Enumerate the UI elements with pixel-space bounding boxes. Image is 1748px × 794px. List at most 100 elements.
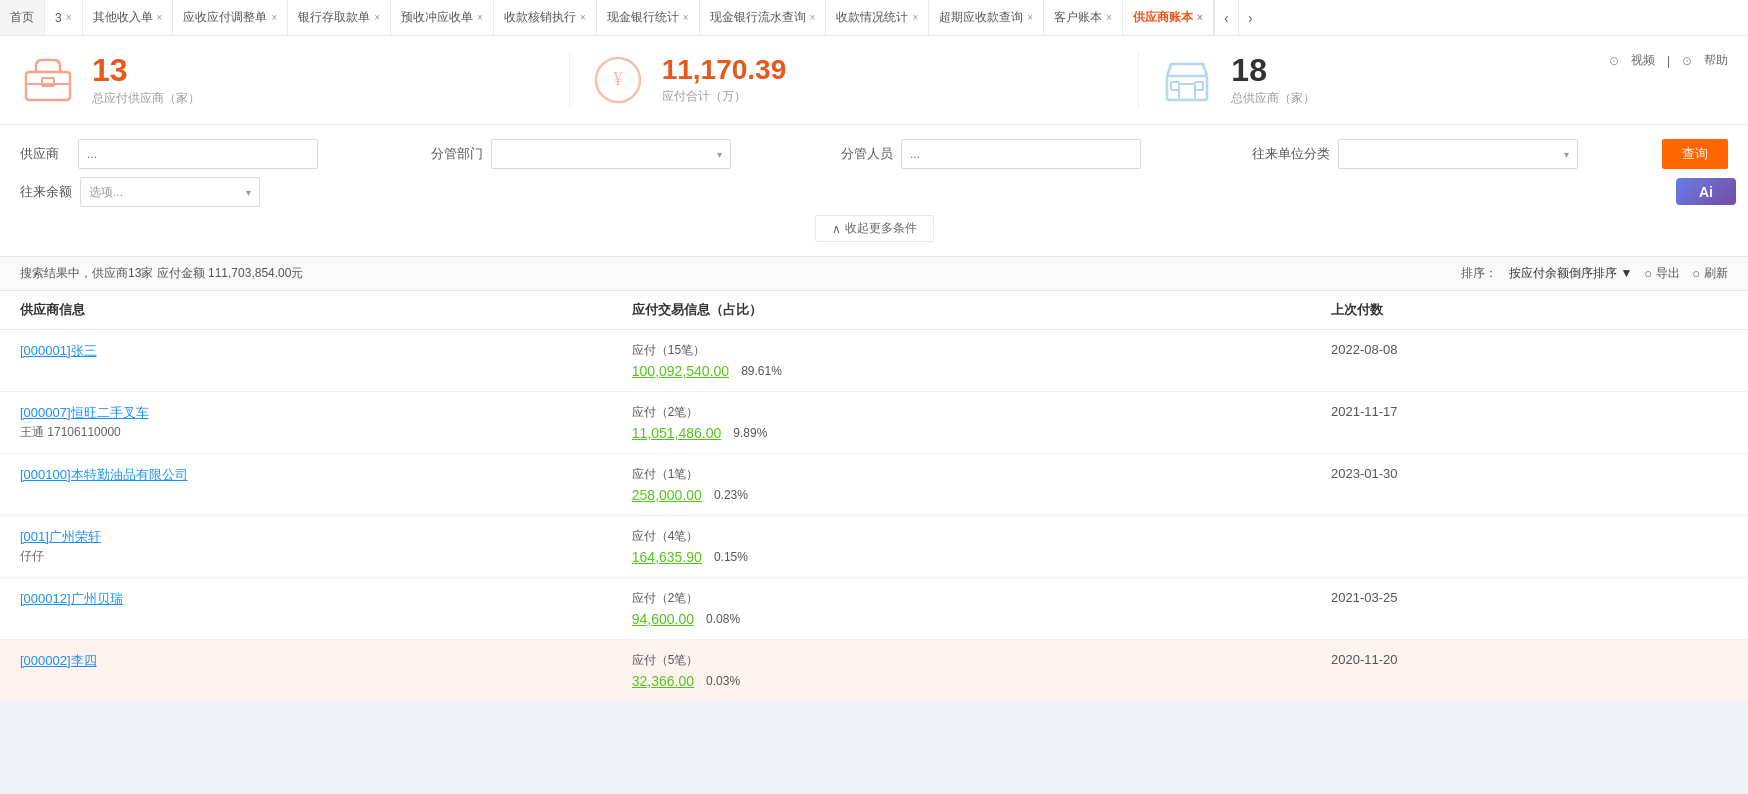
table-row: [001]广州荣轩仔仔应付（4笔）164,635.900.15% — [0, 516, 1748, 578]
separator: | — [1667, 54, 1670, 68]
last-date-000007: 2021-11-17 — [1331, 404, 1398, 419]
nav-tab-home-label: 首页 — [10, 9, 34, 26]
close-icon[interactable]: × — [683, 12, 689, 23]
nav-tab-home[interactable]: 首页 — [0, 0, 45, 36]
supplier-link-000100[interactable]: [000100]本特勤油品有限公司 — [20, 467, 188, 482]
close-icon[interactable]: × — [1106, 12, 1112, 23]
transaction-cell-000007: 应付（2笔）11,051,486.009.89% — [612, 392, 1311, 454]
nav-tab-payment-verify[interactable]: 收款核销执行 × — [494, 0, 597, 36]
amount-link-000002[interactable]: 32,366.00 — [632, 673, 694, 689]
nav-tab-customer-ledger[interactable]: 客户账本 × — [1044, 0, 1123, 36]
filter-row-1: 供应商 分管部门 ▾ 分管人员 往来单位分类 ▾ 查询 — [20, 139, 1728, 169]
svg-text:¥: ¥ — [613, 69, 622, 89]
nav-tab-ar-ap-adjust-label: 应收应付调整单 — [183, 9, 267, 26]
sort-down-icon: ▼ — [1620, 266, 1632, 280]
sort-value[interactable]: 按应付余额倒序排序 ▼ — [1509, 265, 1632, 282]
collapse-row: ∧ 收起更多条件 — [20, 215, 1728, 242]
nav-tab-3[interactable]: 3 × — [45, 0, 83, 36]
close-icon[interactable]: × — [1197, 12, 1203, 23]
close-icon[interactable]: × — [810, 12, 816, 23]
supplier-link-000007[interactable]: [000007]恒旺二手叉车 — [20, 405, 149, 420]
dept-select[interactable]: ▾ — [491, 139, 731, 169]
table-container: 供应商信息 应付交易信息（占比） 上次付数 [000001]张三应付（15笔）1… — [0, 291, 1748, 702]
person-input[interactable] — [901, 139, 1141, 169]
nav-tab-cash-bank-stats-label: 现金银行统计 — [607, 9, 679, 26]
amount-link-000007[interactable]: 11,051,486.00 — [632, 425, 722, 441]
nav-tab-advance-offset-label: 预收冲应收单 — [401, 9, 473, 26]
tx-label-000012: 应付（2笔） — [632, 590, 1291, 607]
supplier-link-001[interactable]: [001]广州荣轩 — [20, 529, 101, 544]
nav-tab-cash-bank-stats[interactable]: 现金银行统计 × — [597, 0, 700, 36]
stat-label-total: 总供应商（家） — [1231, 90, 1315, 107]
nav-tab-ar-ap-adjust[interactable]: 应收应付调整单 × — [173, 0, 288, 36]
supplier-filter-label: 供应商 — [20, 145, 70, 163]
supplier-cell-000100: [000100]本特勤油品有限公司 — [0, 454, 612, 516]
amount-link-000001[interactable]: 100,092,540.00 — [632, 363, 729, 379]
header-stats: 13 总应付供应商（家） ¥ 11,170.39 应付合计（万） — [0, 36, 1748, 125]
tx-label-000002: 应付（5笔） — [632, 652, 1291, 669]
supplier-icon — [20, 52, 76, 108]
ai-badge-label: Ai — [1699, 184, 1713, 200]
ai-badge[interactable]: Ai — [1676, 178, 1736, 205]
last-payment-cell-001 — [1311, 516, 1748, 578]
nav-tab-cash-bank-flow-label: 现金银行流水查询 — [710, 9, 806, 26]
help-link[interactable]: 帮助 — [1704, 52, 1728, 69]
balance-select[interactable]: 选项... ▾ — [80, 177, 260, 207]
close-icon[interactable]: × — [271, 12, 277, 23]
tx-label-000001: 应付（15笔） — [632, 342, 1291, 359]
nav-tab-advance-offset[interactable]: 预收冲应收单 × — [391, 0, 494, 36]
close-icon[interactable]: × — [374, 12, 380, 23]
amount-link-000012[interactable]: 94,600.00 — [632, 611, 694, 627]
last-payment-cell-000012: 2021-03-25 — [1311, 578, 1748, 640]
supplier-link-000001[interactable]: [000001]张三 — [20, 343, 97, 358]
filter-row-2: 往来余额 选项... ▾ — [20, 177, 1728, 207]
help-icon: ⊙ — [1682, 54, 1692, 68]
amount-link-001[interactable]: 164,635.90 — [632, 549, 702, 565]
table-row: [000001]张三应付（15笔）100,092,540.0089.61%202… — [0, 330, 1748, 392]
close-icon[interactable]: × — [912, 12, 918, 23]
supplier-link-000012[interactable]: [000012]广州贝瑞 — [20, 591, 123, 606]
nav-tab-payment-stats[interactable]: 收款情况统计 × — [826, 0, 929, 36]
supplier-link-000002[interactable]: [000002]李四 — [20, 653, 97, 668]
supplier-input[interactable] — [78, 139, 318, 169]
nav-arrow-left[interactable]: ‹ — [1214, 0, 1238, 36]
nav-tab-customer-ledger-label: 客户账本 — [1054, 9, 1102, 26]
supplier-sub-000007: 王通 17106110000 — [20, 424, 592, 441]
nav-tab-cash-bank-flow[interactable]: 现金银行流水查询 × — [700, 0, 827, 36]
transaction-cell-000002: 应付（5笔）32,366.000.03% — [612, 640, 1311, 702]
close-icon[interactable]: × — [157, 12, 163, 23]
stat-label-payable: 总应付供应商（家） — [92, 90, 200, 107]
balance-filter-label: 往来余额 — [20, 183, 72, 201]
nav-tab-other-income[interactable]: 其他收入单 × — [83, 0, 174, 36]
last-date-000100: 2023-01-30 — [1331, 466, 1398, 481]
table-row: [000007]恒旺二手叉车王通 17106110000 应付（2笔）11,051… — [0, 392, 1748, 454]
refresh-button[interactable]: ○ 刷新 — [1692, 265, 1728, 282]
tx-label-000100: 应付（1笔） — [632, 466, 1291, 483]
category-select[interactable]: ▾ — [1338, 139, 1578, 169]
nav-arrow-right[interactable]: › — [1238, 0, 1262, 36]
transaction-cell-000012: 应付（2笔）94,600.000.08% — [612, 578, 1311, 640]
search-button[interactable]: 查询 — [1662, 139, 1728, 169]
close-icon[interactable]: × — [580, 12, 586, 23]
nav-tab-bank-deposit[interactable]: 银行存取款单 × — [288, 0, 391, 36]
export-button[interactable]: ○ 导出 — [1644, 265, 1680, 282]
amount-link-000100[interactable]: 258,000.00 — [632, 487, 702, 503]
nav-tab-payment-stats-label: 收款情况统计 — [836, 9, 908, 26]
supplier-cell-000001: [000001]张三 — [0, 330, 612, 392]
filter-balance: 往来余额 选项... ▾ — [20, 177, 360, 207]
nav-tab-payment-verify-label: 收款核销执行 — [504, 9, 576, 26]
close-icon[interactable]: × — [66, 12, 72, 23]
result-summary: 搜索结果中，供应商13家 应付金额 111,703,854.00元 — [20, 265, 303, 282]
video-link[interactable]: 视频 — [1631, 52, 1655, 69]
close-icon[interactable]: × — [477, 12, 483, 23]
nav-tab-overdue-ar[interactable]: 超期应收款查询 × — [929, 0, 1044, 36]
supplier-sub-001: 仔仔 — [20, 548, 592, 565]
nav-tab-supplier-ledger[interactable]: 供应商账本 × — [1123, 0, 1214, 36]
nav-tab-other-income-label: 其他收入单 — [93, 9, 153, 26]
collapse-button[interactable]: ∧ 收起更多条件 — [815, 215, 934, 242]
close-icon[interactable]: × — [1027, 12, 1033, 23]
table-row: [000012]广州贝瑞应付（2笔）94,600.000.08%2021-03-… — [0, 578, 1748, 640]
result-actions: 排序： 按应付余额倒序排序 ▼ ○ 导出 ○ 刷新 — [1461, 265, 1728, 282]
result-bar: 搜索结果中，供应商13家 应付金额 111,703,854.00元 排序： 按应… — [0, 257, 1748, 291]
last-date-000002: 2020-11-20 — [1331, 652, 1398, 667]
